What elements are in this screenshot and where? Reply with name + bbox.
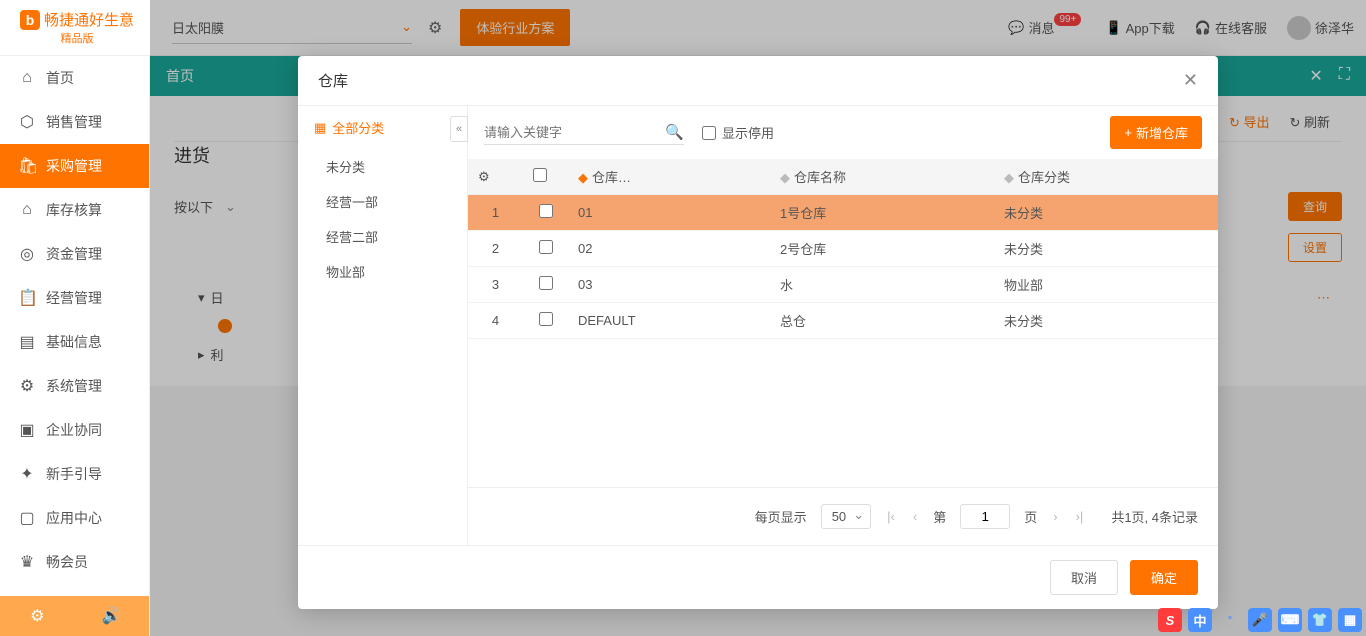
hexagon-icon: ⬡: [18, 112, 36, 132]
col-code[interactable]: ◆仓库…: [568, 159, 770, 195]
col-checkall[interactable]: [523, 159, 568, 195]
logo[interactable]: b 畅捷通好生意 精品版: [12, 9, 142, 46]
last-page-icon[interactable]: ›|: [1074, 509, 1086, 524]
per-page-label: 每页显示: [755, 507, 807, 526]
page-input[interactable]: [960, 504, 1010, 529]
category-item[interactable]: 经营一部: [298, 184, 467, 219]
search-wrap: 🔍: [484, 121, 684, 145]
logo-subtitle: 精品版: [61, 30, 94, 46]
category-all[interactable]: ▦ 全部分类: [298, 106, 467, 149]
row-checkbox[interactable]: [539, 312, 553, 326]
sidebar-item-inventory[interactable]: ⌂库存核算: [0, 188, 149, 232]
ime-punct-icon[interactable]: °: [1218, 608, 1242, 632]
ime-keyboard-icon[interactable]: ⌨: [1278, 608, 1302, 632]
ime-toolbox-icon[interactable]: ▦: [1338, 608, 1362, 632]
modal-title: 仓库: [318, 70, 348, 91]
star-icon: ✦: [18, 464, 36, 484]
sidebar-bottom-bar: ⚙ 🔊: [0, 596, 149, 636]
per-page-select[interactable]: 50: [821, 504, 871, 529]
grid-fill-icon: ▦: [314, 120, 326, 136]
search-icon[interactable]: 🔍: [665, 123, 684, 141]
logo-text: 畅捷通好生意: [44, 9, 134, 30]
first-page-icon[interactable]: |‹: [885, 509, 897, 524]
sidebar-item-sales[interactable]: ⬡销售管理: [0, 100, 149, 144]
grid-icon: ▢: [18, 508, 36, 528]
cancel-button[interactable]: 取消: [1050, 560, 1118, 595]
sort-icon: ◆: [578, 170, 588, 185]
clipboard-icon: 📋: [18, 288, 36, 308]
row-checkbox[interactable]: [539, 276, 553, 290]
sidebar-item-appcenter[interactable]: ▢应用中心: [0, 496, 149, 540]
building-icon: ▣: [18, 420, 36, 440]
plus-icon: +: [1124, 125, 1132, 140]
ime-lang-icon[interactable]: 中: [1188, 608, 1212, 632]
house-icon: ⌂: [18, 201, 36, 219]
sidebar-item-guide[interactable]: ✦新手引导: [0, 452, 149, 496]
category-item[interactable]: 经营二部: [298, 219, 467, 254]
row-checkbox[interactable]: [539, 240, 553, 254]
sidebar-sound-icon[interactable]: 🔊: [75, 596, 150, 636]
category-sidebar: « ▦ 全部分类 未分类 经营一部 经营二部 物业部: [298, 106, 468, 545]
ime-skin-icon[interactable]: 👕: [1308, 608, 1332, 632]
coin-icon: ◎: [18, 244, 36, 264]
sidebar-item-operation[interactable]: 📋经营管理: [0, 276, 149, 320]
sidebar-item-collab[interactable]: ▣企业协同: [0, 408, 149, 452]
home-icon: ⌂: [18, 69, 36, 87]
pagination: 每页显示 50 |‹ ‹ 第 页 › ›| 共1页, 4条记录: [468, 487, 1218, 545]
collapse-icon[interactable]: «: [450, 116, 468, 142]
sidebar: ⌂首页 ⬡销售管理 🛍采购管理 ⌂库存核算 ◎资金管理 📋经营管理 ▤基础信息 …: [0, 56, 150, 636]
sort-icon: ◆: [780, 170, 790, 185]
page-summary: 共1页, 4条记录: [1111, 507, 1198, 526]
bag-icon: 🛍: [18, 156, 36, 176]
select-all-checkbox[interactable]: [533, 168, 547, 182]
table-row[interactable]: 4 DEFAULT 总仓 未分类: [468, 303, 1218, 339]
show-disabled-input[interactable]: [702, 126, 716, 140]
col-settings[interactable]: ⚙: [468, 159, 523, 195]
add-warehouse-button[interactable]: + 新增仓库: [1110, 116, 1202, 149]
table-row[interactable]: 1 01 1号仓库 未分类: [468, 195, 1218, 231]
modal-main: 🔍 显示停用 + 新增仓库: [468, 106, 1218, 545]
sidebar-item-funds[interactable]: ◎资金管理: [0, 232, 149, 276]
modal-toolbar: 🔍 显示停用 + 新增仓库: [468, 106, 1218, 159]
col-name[interactable]: ◆仓库名称: [770, 159, 994, 195]
sidebar-item-home[interactable]: ⌂首页: [0, 56, 149, 100]
ime-toolbar: S 中 ° 🎤 ⌨ 👕 ▦: [1158, 608, 1362, 632]
crown-icon: ♛: [18, 552, 36, 572]
gear-outline-icon: ⚙: [18, 376, 36, 396]
ime-mic-icon[interactable]: 🎤: [1248, 608, 1272, 632]
modal-header: 仓库 ✕: [298, 56, 1218, 105]
modal-footer: 取消 确定: [298, 545, 1218, 609]
logo-icon: b: [20, 10, 40, 30]
sidebar-item-system[interactable]: ⚙系统管理: [0, 364, 149, 408]
sidebar-item-member[interactable]: ♛畅会员: [0, 540, 149, 584]
row-checkbox[interactable]: [539, 204, 553, 218]
sidebar-item-basicinfo[interactable]: ▤基础信息: [0, 320, 149, 364]
prev-page-icon[interactable]: ‹: [911, 509, 919, 524]
sidebar-settings-icon[interactable]: ⚙: [0, 596, 75, 636]
next-page-icon[interactable]: ›: [1051, 509, 1059, 524]
main-area: 首页 ✕ ⛶ 打印 ⌄ ↻ 导出 ↻ 刷新 进货 按以下 ⌄ 查询 设置: [150, 56, 1366, 636]
ok-button[interactable]: 确定: [1130, 560, 1198, 595]
category-item[interactable]: 物业部: [298, 254, 467, 289]
search-input[interactable]: [484, 121, 665, 144]
col-category[interactable]: ◆仓库分类: [994, 159, 1218, 195]
table-row[interactable]: 2 02 2号仓库 未分类: [468, 231, 1218, 267]
ime-sogou-icon[interactable]: S: [1158, 608, 1182, 632]
close-icon[interactable]: ✕: [1183, 70, 1198, 91]
sort-icon: ◆: [1004, 170, 1014, 185]
list-icon: ▤: [18, 332, 36, 352]
table-row[interactable]: 3 03 水 物业部: [468, 267, 1218, 303]
warehouse-table: ⚙ ◆仓库… ◆仓库名称 ◆仓库分类 1: [468, 159, 1218, 339]
sidebar-item-purchase[interactable]: 🛍采购管理: [0, 144, 149, 188]
category-item[interactable]: 未分类: [298, 149, 467, 184]
warehouse-modal: 仓库 ✕ « ▦ 全部分类 未分类 经营一部 经营二部 物业部: [298, 56, 1218, 609]
show-disabled-checkbox[interactable]: 显示停用: [702, 123, 774, 142]
modal-overlay: 仓库 ✕ « ▦ 全部分类 未分类 经营一部 经营二部 物业部: [150, 0, 1366, 636]
